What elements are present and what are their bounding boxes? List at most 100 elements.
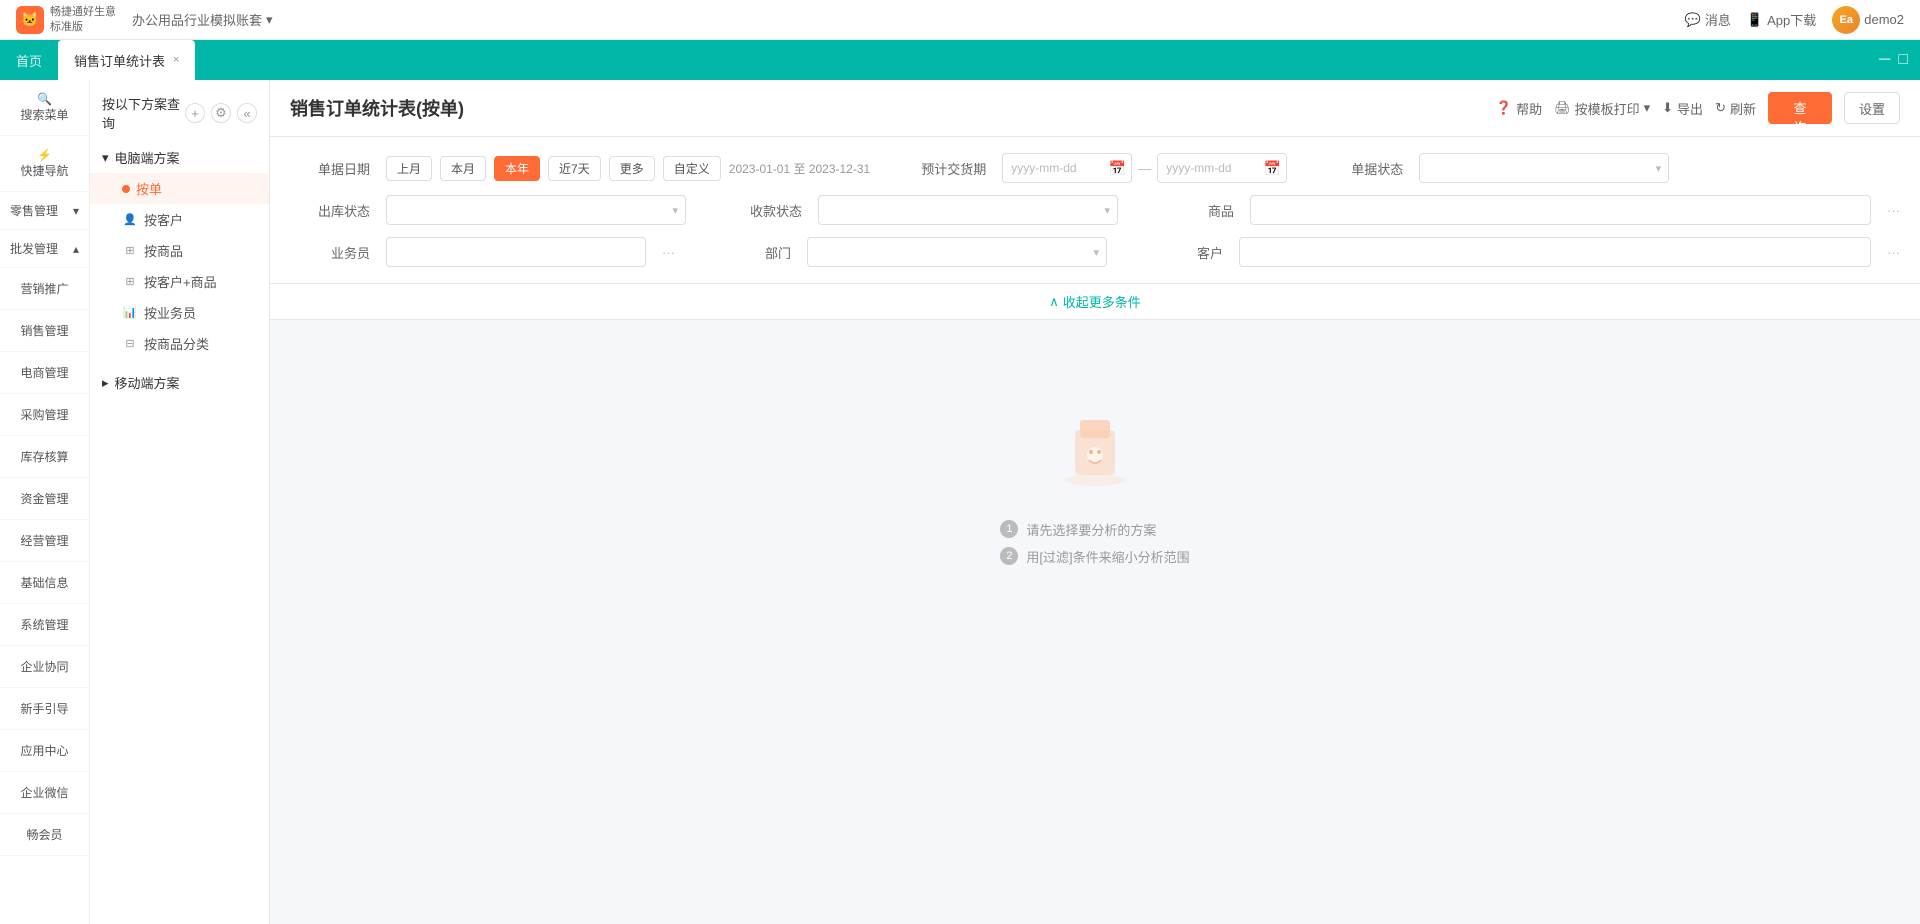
- goods-input[interactable]: [1250, 195, 1871, 225]
- payment-select[interactable]: [818, 195, 1118, 225]
- filter-row-1: 单据日期 上月 本月 本年 近7天 更多 自定义 2023-01-01 至 20…: [290, 153, 1900, 183]
- query-button[interactable]: 查询: [1768, 92, 1832, 124]
- expected-date-label: 预计交货期: [906, 159, 986, 178]
- sidebar-item-wholesale[interactable]: 批发管理 ▴: [0, 230, 89, 268]
- customer-scheme-icon: 👤: [122, 212, 138, 228]
- sidebar-item-collab[interactable]: 企业协同: [0, 646, 89, 688]
- dept-select[interactable]: [807, 237, 1107, 267]
- sidebar-item-guide[interactable]: 新手引导: [0, 688, 89, 730]
- left-panel-title: 按以下方案查询: [102, 94, 185, 132]
- scheme-item-by-salesman[interactable]: 📊 按业务员: [90, 297, 269, 328]
- tab-maximize-button[interactable]: □: [1898, 51, 1908, 69]
- empty-hint-1: 1 请先选择要分析的方案: [1000, 520, 1189, 539]
- salesman-scheme-icon: 📊: [122, 305, 138, 321]
- sidebar-item-search[interactable]: 🔍 搜索菜单: [0, 80, 89, 136]
- date-btn-7days[interactable]: 近7天: [548, 156, 601, 181]
- empty-state: 1 请先选择要分析的方案 2 用[过滤]条件来缩小分析范围: [270, 320, 1920, 654]
- print-button[interactable]: 🖨 按模板打印 ▾: [1554, 99, 1650, 118]
- sidebar-item-apps[interactable]: 应用中心: [0, 730, 89, 772]
- download-button[interactable]: 📱 App下载: [1747, 10, 1816, 29]
- sidebar-item-marketing[interactable]: 营销推广: [0, 268, 89, 310]
- payment-label: 收款状态: [722, 201, 802, 220]
- sidebar-item-finance[interactable]: 资金管理: [0, 478, 89, 520]
- date-btn-custom[interactable]: 自定义: [663, 156, 721, 181]
- scheme-item-by-order[interactable]: 按单: [90, 173, 269, 204]
- top-bar-right: 💬 消息 📱 App下载 Ea demo2: [1685, 6, 1904, 34]
- delivery-select-wrapper: ▾: [386, 195, 686, 225]
- left-panel-header: 按以下方案查询 + ⚙ «: [90, 88, 269, 138]
- goods-scheme-icon: ⊞: [122, 243, 138, 259]
- tab-sales-order-stats[interactable]: 销售订单统计表 ×: [58, 40, 195, 80]
- tab-close-icon[interactable]: ×: [173, 54, 179, 66]
- sidebar-item-inventory[interactable]: 库存核算: [0, 436, 89, 478]
- user-menu[interactable]: Ea demo2: [1832, 6, 1904, 34]
- scheme-item-by-customer[interactable]: 👤 按客户: [90, 204, 269, 235]
- mobile-expand-icon: ▸: [102, 375, 109, 391]
- quick-nav-icon: ⚡: [6, 148, 83, 162]
- dept-select-wrapper: ▾: [807, 237, 1107, 267]
- filter-panel: 单据日期 上月 本月 本年 近7天 更多 自定义 2023-01-01 至 20…: [270, 137, 1920, 284]
- download-icon: 📱: [1747, 12, 1763, 28]
- delivery-select[interactable]: [386, 195, 686, 225]
- export-button[interactable]: ⬇ 导出: [1662, 99, 1703, 118]
- tab-home[interactable]: 首页: [0, 40, 58, 80]
- date-dash: —: [1138, 161, 1151, 176]
- message-button[interactable]: 💬 消息: [1685, 10, 1731, 29]
- doc-status-select-wrapper: ▾: [1419, 153, 1669, 183]
- delivery-label: 出库状态: [290, 201, 370, 220]
- sidebar-item-purchase[interactable]: 采购管理: [0, 394, 89, 436]
- goods-more-icon[interactable]: ···: [1887, 203, 1900, 218]
- search-icon: 🔍: [6, 92, 83, 106]
- salesman-input[interactable]: [386, 237, 646, 267]
- app-selector[interactable]: 办公用品行业模拟账套 ▾: [124, 10, 281, 29]
- tab-bar-actions: ─ □: [1879, 51, 1920, 69]
- scheme-add-button[interactable]: +: [185, 103, 205, 123]
- dept-label: 部门: [711, 243, 791, 262]
- sidebar-item-quick[interactable]: ⚡ 快捷导航: [0, 136, 89, 192]
- logo-area: 🐱 畅捷通好生意 标准版: [16, 5, 116, 34]
- date-btn-more[interactable]: 更多: [609, 156, 655, 181]
- sidebar-item-retail[interactable]: 零售管理 ▾: [0, 192, 89, 230]
- message-icon: 💬: [1685, 12, 1701, 28]
- empty-hint-2: 2 用[过滤]条件来缩小分析范围: [1000, 547, 1189, 566]
- empty-hints-list: 1 请先选择要分析的方案 2 用[过滤]条件来缩小分析范围: [1000, 520, 1189, 574]
- left-panel: 按以下方案查询 + ⚙ « ▾ 电脑端方案 按单: [90, 80, 270, 924]
- date-btn-last-month[interactable]: 上月: [386, 156, 432, 181]
- tab-minimize-button[interactable]: ─: [1879, 51, 1890, 69]
- pc-scheme-header[interactable]: ▾ 电脑端方案: [90, 142, 269, 173]
- sidebar-item-wechat[interactable]: 企业微信: [0, 772, 89, 814]
- refresh-button[interactable]: ↻ 刷新: [1715, 99, 1756, 118]
- sidebar-item-system[interactable]: 系统管理: [0, 604, 89, 646]
- main-container: 🔍 搜索菜单 ⚡ 快捷导航 零售管理 ▾ 批发管理 ▴ 营销推广 销售管理 电商…: [0, 80, 1920, 924]
- help-icon: ❓: [1496, 100, 1512, 116]
- sidebar-item-member[interactable]: 畅会员: [0, 814, 89, 856]
- salesman-more-icon[interactable]: ···: [662, 245, 675, 260]
- date-btn-this-month[interactable]: 本月: [440, 156, 486, 181]
- mobile-scheme-header[interactable]: ▸ 移动端方案: [90, 367, 269, 398]
- doc-status-label: 单据状态: [1323, 159, 1403, 178]
- date-btn-this-year[interactable]: 本年: [494, 156, 540, 181]
- goods-cat-scheme-icon: ⊟: [122, 336, 138, 352]
- content-area: 按以下方案查询 + ⚙ « ▾ 电脑端方案 按单: [90, 80, 1920, 924]
- retail-expand-icon: ▾: [73, 204, 79, 218]
- date-label: 单据日期: [290, 159, 370, 178]
- settings-button[interactable]: 设置: [1844, 92, 1900, 124]
- sidebar-item-operations[interactable]: 经营管理: [0, 520, 89, 562]
- scheme-collapse-button[interactable]: «: [237, 103, 257, 123]
- sidebar-item-sales[interactable]: 销售管理: [0, 310, 89, 352]
- page-actions: ❓ 帮助 🖨 按模板打印 ▾ ⬇ 导出 ↻ 刷新: [1496, 92, 1900, 124]
- active-scheme-indicator: [122, 185, 130, 193]
- sidebar-item-ecommerce[interactable]: 电商管理: [0, 352, 89, 394]
- collapse-button[interactable]: ∧ 收起更多条件: [1049, 292, 1141, 311]
- help-button[interactable]: ❓ 帮助: [1496, 99, 1542, 118]
- collapse-row: ∧ 收起更多条件: [270, 284, 1920, 320]
- scheme-item-by-goods[interactable]: ⊞ 按商品: [90, 235, 269, 266]
- scheme-item-by-customer-goods[interactable]: ⊞ 按客户+商品: [90, 266, 269, 297]
- scheme-item-by-goods-category[interactable]: ⊟ 按商品分类: [90, 328, 269, 359]
- customer-input[interactable]: [1239, 237, 1871, 267]
- customer-more-icon[interactable]: ···: [1887, 245, 1900, 260]
- doc-status-select[interactable]: [1419, 153, 1669, 183]
- sidebar-item-basic[interactable]: 基础信息: [0, 562, 89, 604]
- date-range-text: 2023-01-01 至 2023-12-31: [729, 160, 870, 177]
- scheme-settings-button[interactable]: ⚙: [211, 103, 231, 123]
